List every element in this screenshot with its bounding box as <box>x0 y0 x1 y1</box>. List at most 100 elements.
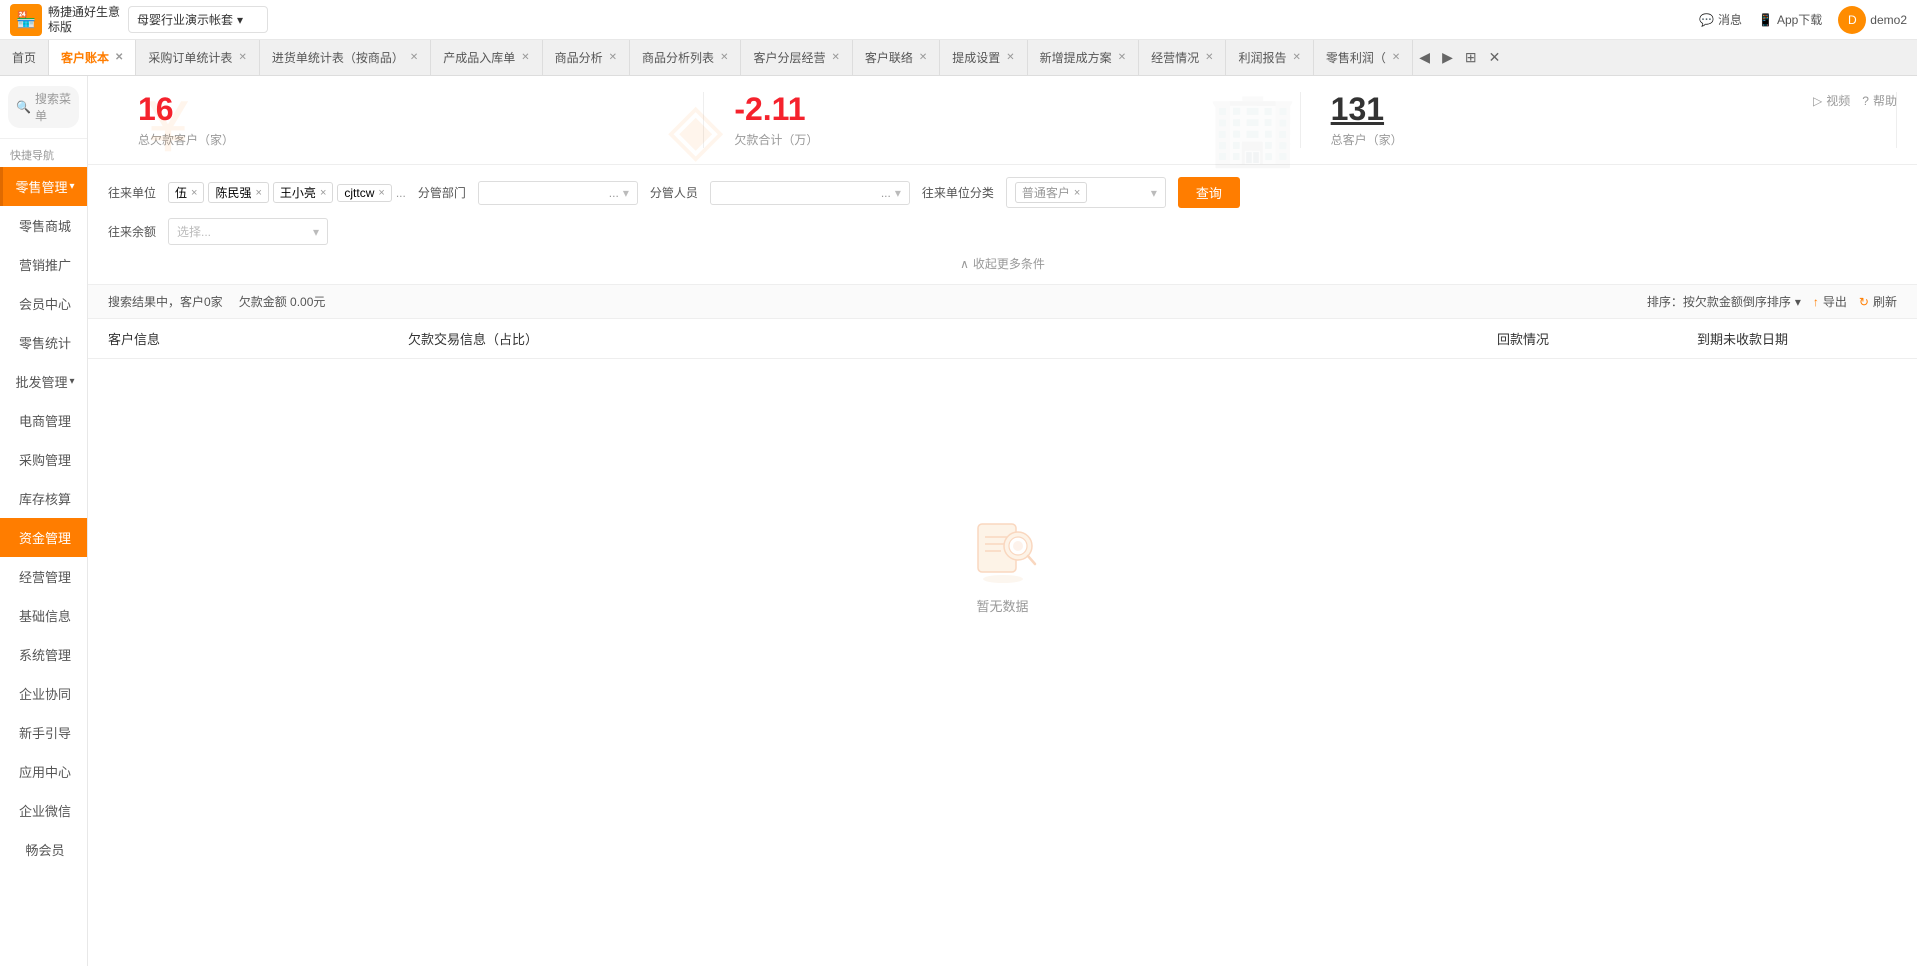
tab-prev-btn[interactable]: ◀ <box>1413 49 1436 66</box>
sidebar-item-app-center[interactable]: 应用中心 <box>0 752 87 791</box>
message-btn[interactable]: 💬 消息 <box>1699 11 1742 28</box>
sidebar-item-retail-stats[interactable]: 零售统计 <box>0 323 87 362</box>
sidebar-item-basic-info[interactable]: 基础信息 <box>0 596 87 635</box>
sidebar-item-wholesale-mgmt[interactable]: 批发管理 ▾ <box>0 362 87 401</box>
category-select[interactable]: 普通客户 × ▾ <box>1006 177 1166 208</box>
filter-tag-chenminqiang[interactable]: 陈民强 × <box>208 182 268 203</box>
export-icon: ↑ <box>1813 295 1819 309</box>
tab-purchase-order[interactable]: 采购订单统计表 ✕ <box>136 40 259 76</box>
person-more[interactable]: ... <box>881 186 891 200</box>
tab-raise-settings[interactable]: 提成设置 ✕ <box>940 40 1027 76</box>
query-button[interactable]: 查询 <box>1178 177 1240 208</box>
person-label: 分管人员 <box>650 184 698 201</box>
close-icon[interactable]: × <box>1074 187 1080 199</box>
tab-close-icon[interactable]: ✕ <box>238 52 246 63</box>
sidebar-item-member-center[interactable]: 会员中心 <box>0 284 87 323</box>
filter-tag-wu[interactable]: 伍 × <box>168 182 204 203</box>
tab-close-icon[interactable]: ✕ <box>115 52 123 63</box>
sidebar-item-retail-mgmt[interactable]: 零售管理 ▾ <box>0 167 87 206</box>
category-tag[interactable]: 普通客户 × <box>1015 182 1087 203</box>
sidebar-item-ecommerce[interactable]: 电商管理 <box>0 401 87 440</box>
app-download-btn[interactable]: 📱 App下载 <box>1758 11 1822 28</box>
tab-close-icon[interactable]: ✕ <box>831 52 839 63</box>
sidebar-item-enterprise-collab[interactable]: 企业协同 <box>0 674 87 713</box>
tab-customer-contact[interactable]: 客户联络 ✕ <box>853 40 940 76</box>
tab-next-btn[interactable]: ▶ <box>1436 49 1459 66</box>
close-icon[interactable]: × <box>255 187 261 199</box>
chevron-up-icon: ∧ <box>960 257 969 271</box>
help-btn[interactable]: ? 帮助 <box>1862 92 1897 109</box>
sidebar-item-purchase[interactable]: 采购管理 <box>0 440 87 479</box>
sidebar-item-retail-shop[interactable]: 零售商城 <box>0 206 87 245</box>
tab-home[interactable]: 首页 <box>0 40 49 76</box>
collapse-btn[interactable]: ∧ 收起更多条件 <box>108 255 1897 272</box>
tab-close-icon[interactable]: ✕ <box>609 52 617 63</box>
filter-tag-wangxiaoliang[interactable]: 王小亮 × <box>273 182 333 203</box>
sort-select[interactable]: 排序：按欠款金额倒序排序 ▾ <box>1647 293 1801 310</box>
play-icon: ▷ <box>1813 94 1822 108</box>
tab-expand-btn[interactable]: ⊞ <box>1459 49 1483 66</box>
tab-product-inbound[interactable]: 产成品入库单 ✕ <box>431 40 542 76</box>
tab-operations[interactable]: 经营情况 ✕ <box>1139 40 1226 76</box>
tab-product-analysis[interactable]: 商品分析 ✕ <box>543 40 630 76</box>
filter-area: 往来单位 伍 × 陈民强 × 王小亮 × cjttcw <box>88 165 1917 285</box>
sidebar-item-operation[interactable]: 经营管理 <box>0 557 87 596</box>
tab-close-icon[interactable]: ✕ <box>1006 52 1014 63</box>
sidebar-item-new-guide[interactable]: 新手引导 <box>0 713 87 752</box>
export-btn[interactable]: ↑ 导出 <box>1813 293 1847 310</box>
table-body: 暂无数据 <box>88 359 1917 759</box>
stats-bar: ¥ ◈ 🏢 16 总欠款客户（家） -2.11 欠款合计（万） 131 总客户（… <box>88 76 1917 165</box>
tab-close-icon[interactable]: ✕ <box>1293 52 1301 63</box>
tab-customer-tier[interactable]: 客户分层经营 ✕ <box>741 40 852 76</box>
sidebar-item-marketing[interactable]: 营销推广 <box>0 245 87 284</box>
stat-top-right: ▷ 视频 ? 帮助 <box>1813 92 1897 109</box>
search-menu-btn[interactable]: 🔍 搜索菜单 <box>8 86 79 128</box>
tab-close-icon[interactable]: ✕ <box>720 52 728 63</box>
tab-close-icon[interactable]: ✕ <box>1118 52 1126 63</box>
sidebar-search-area[interactable]: 🔍 搜索菜单 <box>0 76 87 139</box>
tab-inbound-stats[interactable]: 进货单统计表（按商品） ✕ <box>260 40 431 76</box>
tab-retail-profit[interactable]: 零售利润（ ✕ <box>1314 40 1413 76</box>
user-menu[interactable]: D demo2 <box>1838 6 1907 34</box>
remaining-select[interactable]: 选择... ▾ <box>168 218 328 245</box>
col-payment: 回款情况 <box>1497 329 1697 348</box>
chevron-down-icon: ▾ <box>237 13 243 27</box>
tab-close-icon[interactable]: ✕ <box>1205 52 1213 63</box>
chevron-down-icon: ▾ <box>313 225 319 239</box>
tab-close-icon[interactable]: ✕ <box>1392 52 1400 63</box>
tab-customer-debt[interactable]: 客户账本 ✕ <box>49 40 136 76</box>
filter-more-tags[interactable]: ... <box>396 186 406 200</box>
dept-select[interactable]: ... ▾ <box>478 181 638 205</box>
refresh-btn[interactable]: ↻ 刷新 <box>1859 293 1897 310</box>
org-selector[interactable]: 母婴行业演示帐套 ▾ <box>128 6 268 33</box>
sidebar-item-inventory[interactable]: 库存核算 <box>0 479 87 518</box>
sidebar-item-member[interactable]: 畅会员 <box>0 830 87 869</box>
sidebar-item-enterprise-wechat[interactable]: 企业微信 <box>0 791 87 830</box>
quick-nav-label[interactable]: 快捷导航 <box>0 139 87 167</box>
tab-close-all-btn[interactable]: ✕ <box>1483 49 1507 66</box>
tab-close-icon[interactable]: ✕ <box>521 52 529 63</box>
close-icon[interactable]: × <box>191 187 197 199</box>
tab-add-raise[interactable]: 新增提成方案 ✕ <box>1028 40 1139 76</box>
person-select[interactable]: ... ▾ <box>710 181 910 205</box>
tab-product-analysis-list[interactable]: 商品分析列表 ✕ <box>630 40 741 76</box>
tab-close-icon[interactable]: ✕ <box>410 52 418 63</box>
close-icon[interactable]: × <box>378 187 384 199</box>
sidebar-item-system[interactable]: 系统管理 <box>0 635 87 674</box>
stat-bg-icon-3: 🏢 <box>1208 86 1298 171</box>
logo-text: 畅捷通好生意 标版 <box>48 5 120 34</box>
content-area: ¥ ◈ 🏢 16 总欠款客户（家） -2.11 欠款合计（万） 131 总客户（… <box>88 76 1917 966</box>
filter-tag-cjttcw[interactable]: cjttcw × <box>337 184 391 202</box>
dept-more[interactable]: ... <box>609 186 619 200</box>
chevron-down-icon: ▾ <box>895 186 901 200</box>
sidebar-item-capital[interactable]: 资金管理 <box>0 518 87 557</box>
video-btn[interactable]: ▷ 视频 <box>1813 92 1850 109</box>
avatar: D <box>1838 6 1866 34</box>
tab-close-icon[interactable]: ✕ <box>919 52 927 63</box>
tab-profit-report[interactable]: 利润报告 ✕ <box>1226 40 1313 76</box>
logo-icon: 🏪 <box>10 4 42 36</box>
chevron-down-icon: ▾ <box>1795 295 1801 309</box>
main-layout: 🔍 搜索菜单 快捷导航 零售管理 ▾ 零售商城 营销推广 会员中心 零售统计 <box>0 76 1917 966</box>
stat-total-customers: 16 总欠款客户（家） <box>108 92 704 148</box>
close-icon[interactable]: × <box>320 187 326 199</box>
